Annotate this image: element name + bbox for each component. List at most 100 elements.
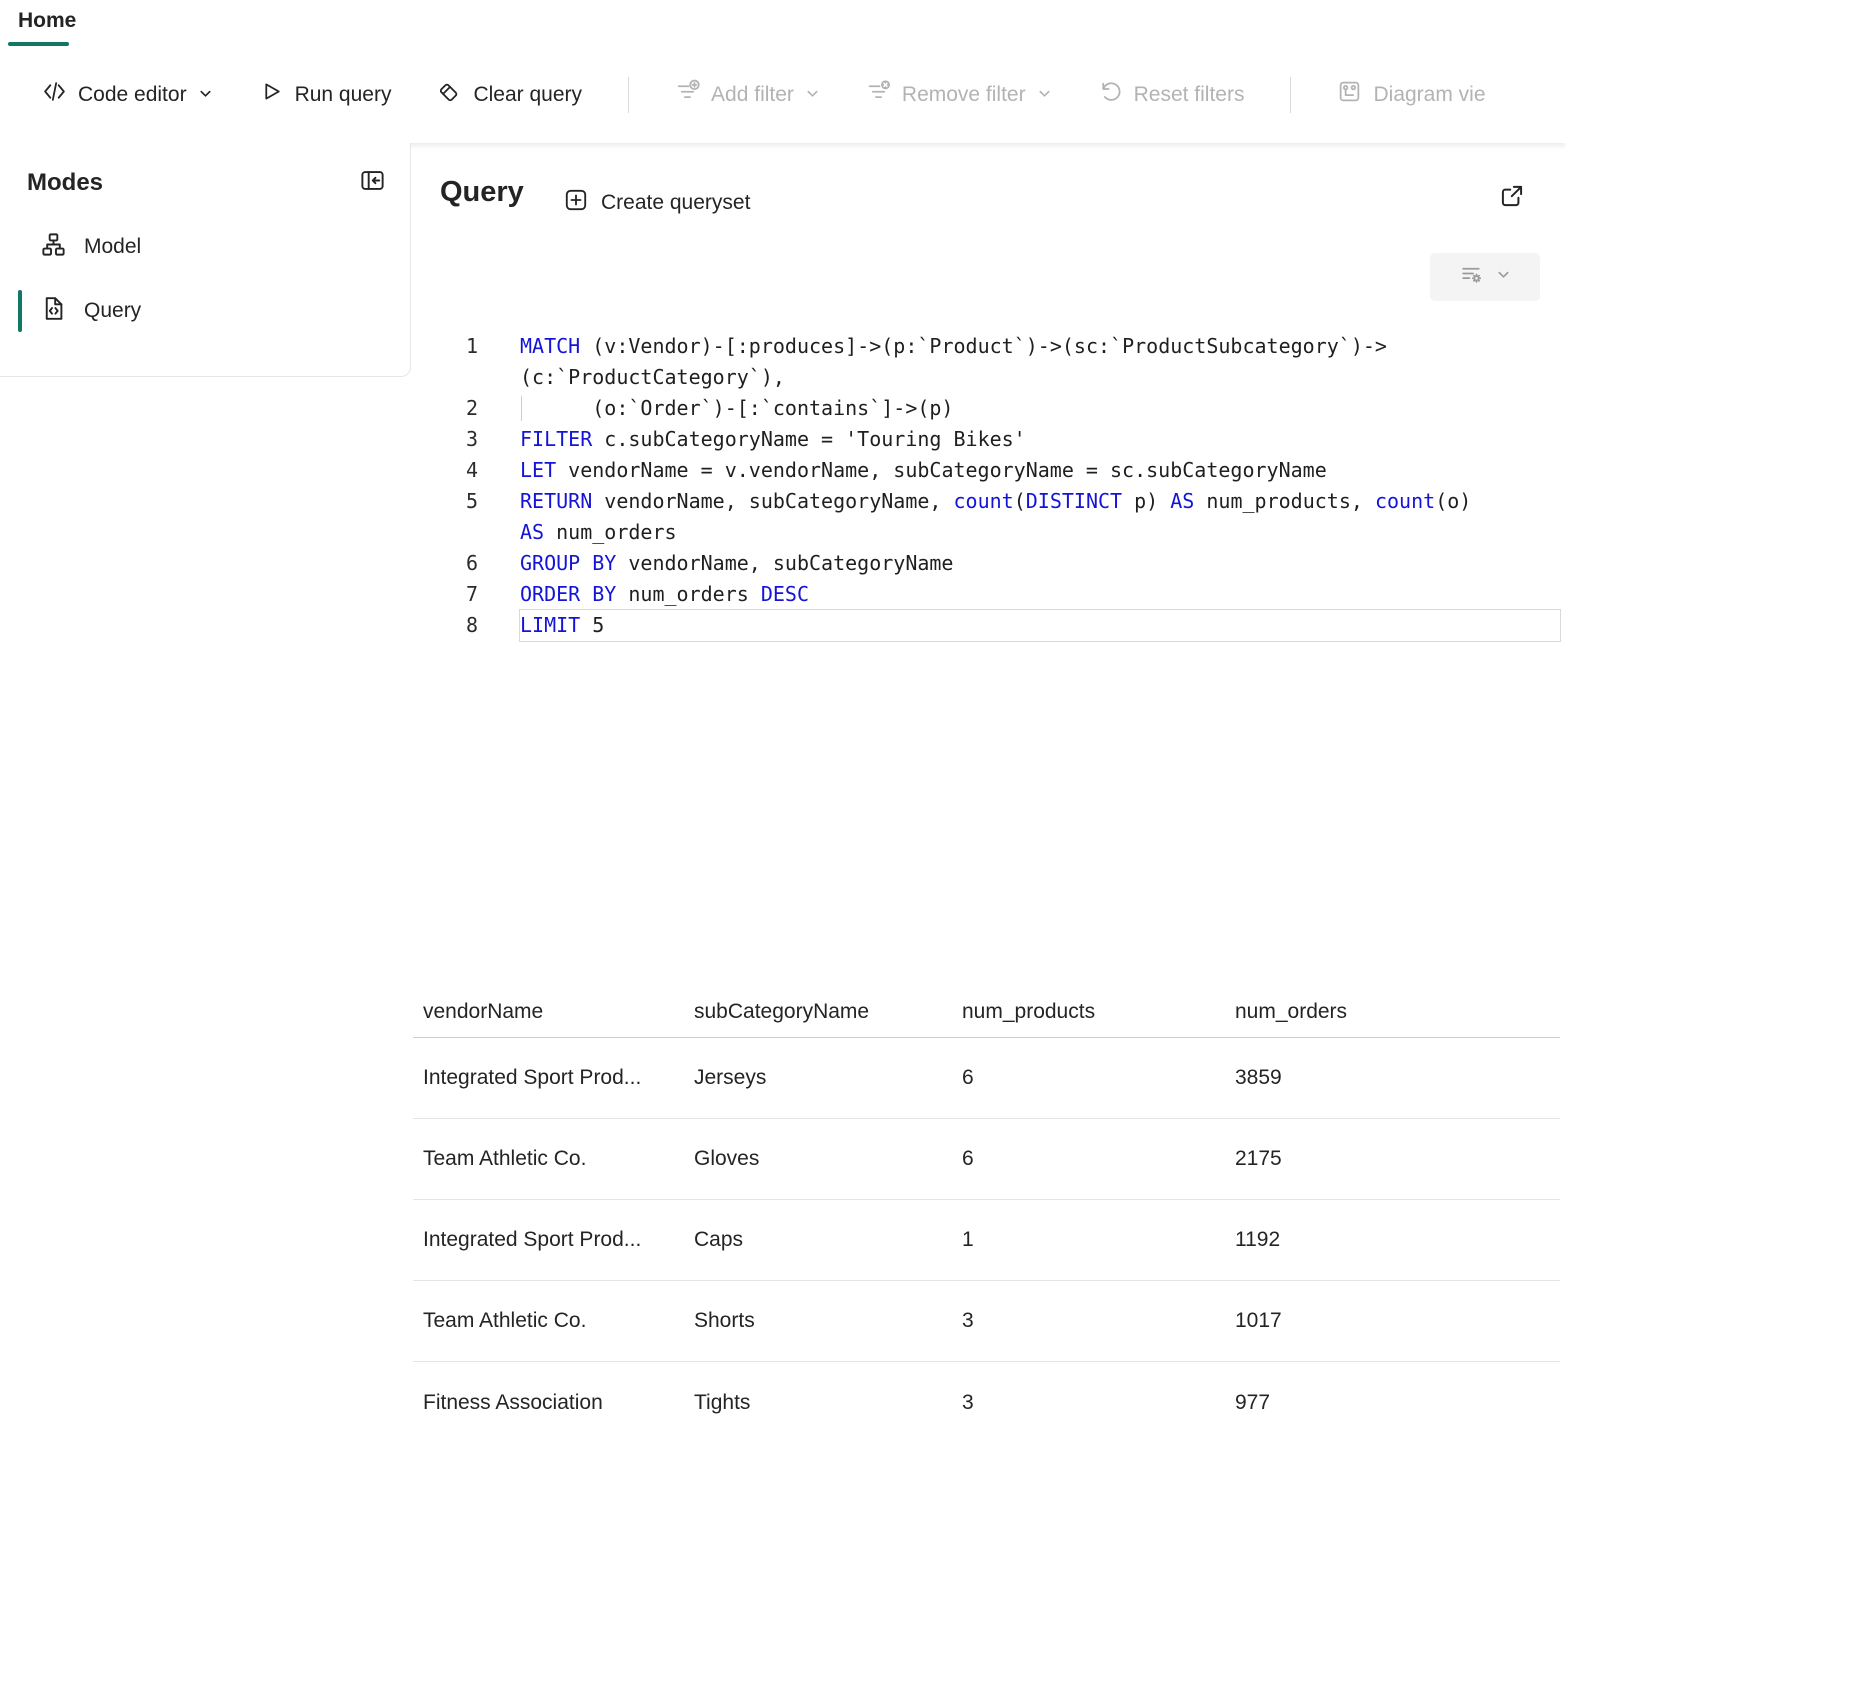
filter-settings-icon [1459,262,1484,292]
code-editor[interactable]: 1 MATCH (v:Vendor)-[:produces]->(p:`Produ… [413,331,1560,641]
table-cell: 3 [962,1391,1235,1415]
open-in-new-icon [1498,197,1526,214]
line-number: 8 [413,610,478,641]
app-window: Home Code editor Run query Clear query [0,0,1566,1689]
create-queryset-button[interactable]: Create queryset [563,187,750,219]
diagram-view-label: Diagram vie [1373,83,1485,107]
clear-query-button[interactable]: Clear query [437,79,582,110]
code-text: GROUP BY vendorName, subCategoryName [520,548,1560,579]
code-line: 7 ORDER BY num_orders DESC [413,579,1560,610]
ribbon-toolbar: Code editor Run query Clear query Add fi… [0,46,1566,143]
diagram-view-icon [1337,79,1362,110]
title-bar: Home [0,0,1566,46]
code-line: 8 LIMIT 5 [413,610,1560,641]
code-line: 2 (o:`Order`)-[:`contains`]->(p) [413,393,1560,424]
column-header: vendorName [423,1000,694,1024]
code-line: 4 LET vendorName = v.vendorName, subCateg… [413,455,1560,486]
table-row[interactable]: Fitness AssociationTights3977 [413,1362,1560,1443]
run-query-button[interactable]: Run query [259,79,392,110]
remove-filter-label: Remove filter [902,83,1026,107]
tab-home[interactable]: Home [18,9,76,33]
modes-title: Modes [27,169,103,197]
filter-remove-icon [866,79,891,110]
table-cell: 1017 [1235,1309,1560,1333]
code-editor-label: Code editor [78,83,187,107]
table-cell: 977 [1235,1391,1560,1415]
table-cell: Team Athletic Co. [423,1147,694,1171]
table-cell: Shorts [694,1309,962,1333]
code-editor-lines: 1 MATCH (v:Vendor)-[:produces]->(p:`Produ… [413,331,1560,641]
code-line: 5 RETURN vendorName, subCategoryName, cou… [413,486,1560,517]
remove-filter-button: Remove filter [866,79,1052,110]
code-text: LET vendorName = v.vendorName, subCatego… [520,455,1560,486]
add-filter-button: Add filter [675,79,820,110]
table-cell: 1 [962,1228,1235,1252]
chevron-down-icon [1496,267,1511,287]
play-icon [259,79,284,110]
code-line: 6 GROUP BY vendorName, subCategoryName [413,548,1560,579]
code-text: (o:`Order`)-[:`contains`]->(p) [520,393,1560,424]
code-text: LIMIT 5 [520,610,1560,641]
filter-add-icon [675,79,700,110]
code-line: AS num_orders [413,517,1560,548]
column-header: subCategoryName [694,1000,962,1024]
table-cell: 3 [962,1309,1235,1333]
reset-icon [1098,79,1123,110]
table-row[interactable]: Team Athletic Co.Gloves62175 [413,1119,1560,1200]
add-filter-label: Add filter [711,83,794,107]
line-number [413,517,478,548]
column-header: num_products [962,1000,1235,1024]
code-text: MATCH (v:Vendor)-[:produces]->(p:`Produc… [520,331,1560,362]
table-row[interactable]: Integrated Sport Prod...Caps11192 [413,1200,1560,1281]
chevron-down-icon [1037,83,1052,107]
diagram-view-button: Diagram vie [1337,79,1485,110]
table-cell: 2175 [1235,1147,1560,1171]
sidebar-item-model-label: Model [84,235,141,259]
reset-filters-button: Reset filters [1098,79,1245,110]
sidebar-item-model[interactable]: Model [0,215,410,279]
code-text: ORDER BY num_orders DESC [520,579,1560,610]
table-cell: Integrated Sport Prod... [423,1066,694,1090]
add-square-icon [563,187,589,219]
query-settings-button[interactable] [1430,253,1540,301]
results-table-header: vendorNamesubCategoryNamenum_productsnum… [413,986,1560,1038]
chevron-down-icon [805,83,820,107]
export-button[interactable] [1498,182,1526,215]
line-number: 6 [413,548,478,579]
modes-panel: Modes Model Query [0,143,411,377]
toolbar-divider [1290,77,1291,113]
table-cell: 6 [962,1147,1235,1171]
table-cell: 3859 [1235,1066,1560,1090]
line-number: 7 [413,579,478,610]
line-number: 5 [413,486,478,517]
code-editor-button[interactable]: Code editor [42,79,213,110]
table-cell: Fitness Association [423,1391,694,1415]
sidebar-item-query-label: Query [84,299,141,323]
code-editor-icon [42,79,67,110]
code-text: RETURN vendorName, subCategoryName, coun… [520,486,1560,517]
line-number: 3 [413,424,478,455]
eraser-icon [437,79,462,110]
code-line: (c:`ProductCategory`), [413,362,1560,393]
results-table-body: Integrated Sport Prod...Jerseys63859Team… [413,1038,1560,1443]
table-cell: 1192 [1235,1228,1560,1252]
table-cell: Jerseys [694,1066,962,1090]
code-text: AS num_orders [520,517,1560,548]
run-query-label: Run query [295,83,392,107]
table-row[interactable]: Integrated Sport Prod...Jerseys63859 [413,1038,1560,1119]
table-cell: Tights [694,1391,962,1415]
table-row[interactable]: Team Athletic Co.Shorts31017 [413,1281,1560,1362]
line-number: 1 [413,331,478,362]
code-line: 3 FILTER c.subCategoryName = 'Touring Bik… [413,424,1560,455]
table-cell: Integrated Sport Prod... [423,1228,694,1252]
line-number [413,362,478,393]
line-number: 4 [413,455,478,486]
sidebar-item-query[interactable]: Query [0,279,410,343]
panel-collapse-left-icon [359,167,386,199]
collapse-panel-button[interactable] [359,167,386,199]
table-cell: 6 [962,1066,1235,1090]
code-text: FILTER c.subCategoryName = 'Touring Bike… [520,424,1560,455]
model-icon [40,231,67,264]
line-number: 2 [413,393,478,424]
table-cell: Gloves [694,1147,962,1171]
